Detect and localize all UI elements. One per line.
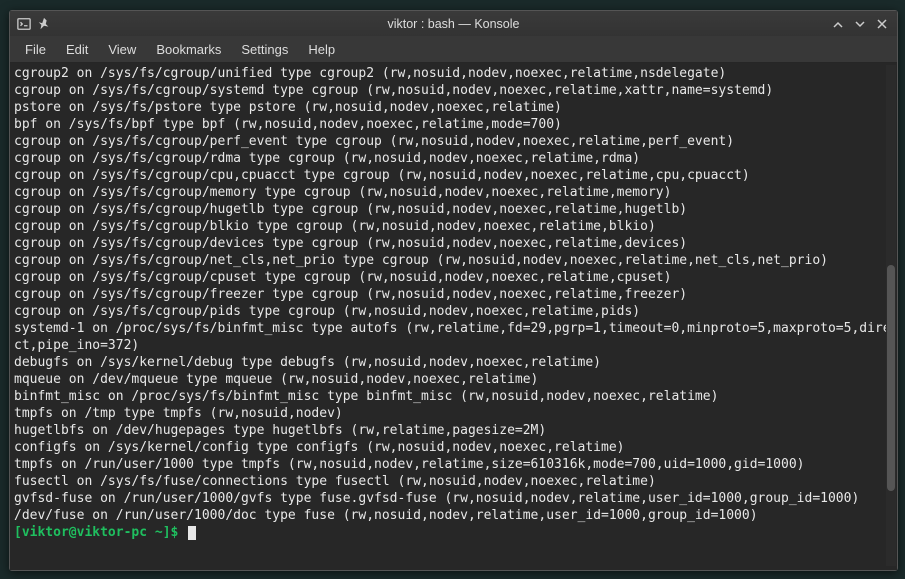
terminal-icon — [16, 16, 32, 32]
menu-view[interactable]: View — [99, 39, 145, 60]
window-controls — [829, 15, 897, 33]
konsole-window: viktor : bash — Konsole File Edit View B… — [9, 10, 898, 571]
scroll-thumb[interactable] — [887, 265, 895, 490]
maximize-button[interactable] — [851, 15, 869, 33]
menu-help[interactable]: Help — [299, 39, 344, 60]
titlebar[interactable]: viktor : bash — Konsole — [10, 11, 897, 36]
menu-file[interactable]: File — [16, 39, 55, 60]
minimize-button[interactable] — [829, 15, 847, 33]
close-button[interactable] — [873, 15, 891, 33]
window-title: viktor : bash — Konsole — [10, 17, 897, 31]
menu-settings[interactable]: Settings — [232, 39, 297, 60]
pin-icon[interactable] — [36, 16, 52, 32]
menu-edit[interactable]: Edit — [57, 39, 97, 60]
cursor — [188, 526, 196, 540]
shell-prompt: [viktor@viktor-pc ~]$ — [14, 525, 186, 540]
titlebar-left — [10, 16, 52, 32]
scrollbar[interactable] — [886, 65, 896, 566]
terminal-output[interactable]: cgroup2 on /sys/fs/cgroup/unified type c… — [10, 63, 897, 570]
menubar: File Edit View Bookmarks Settings Help — [10, 36, 897, 63]
menu-bookmarks[interactable]: Bookmarks — [147, 39, 230, 60]
prompt-line[interactable]: [viktor@viktor-pc ~]$ — [14, 524, 893, 541]
